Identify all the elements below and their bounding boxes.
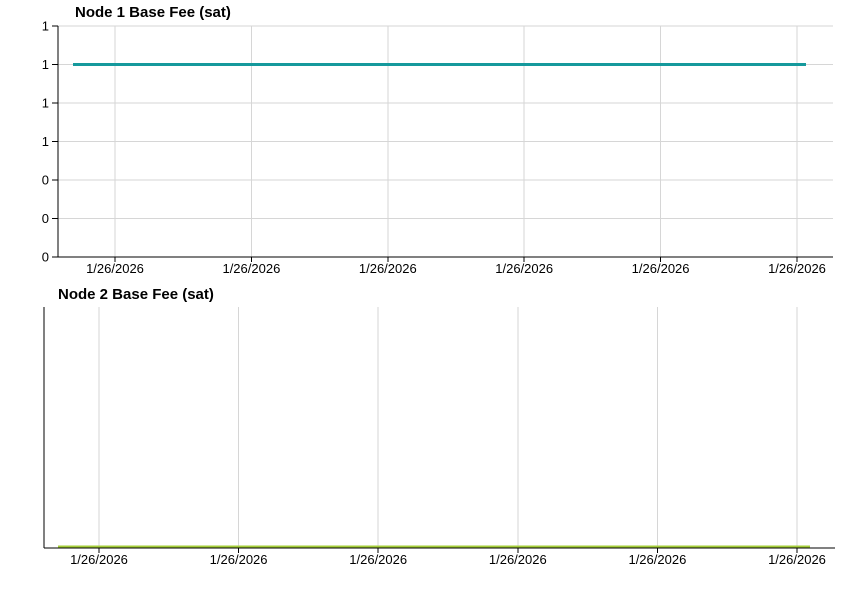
x-tick-label: 1/26/2026 — [768, 261, 826, 276]
x-tick-label: 1/26/2026 — [222, 261, 280, 276]
y-tick-label: 1 — [42, 19, 49, 34]
y-tick-label: 1 — [42, 134, 49, 149]
x-tick-label: 1/26/2026 — [349, 552, 407, 567]
x-tick-label: 1/26/2026 — [495, 261, 553, 276]
y-tick-label: 0 — [42, 173, 49, 188]
y-tick-label: 1 — [42, 96, 49, 111]
charts-canvas: 1 1 1 1 0 0 0 1/26/2026 1/26/2026 1/26/2026 1/26/2… — [0, 0, 860, 600]
x-tick-label: 1/26/2026 — [768, 552, 826, 567]
y-tick-label: 0 — [42, 211, 49, 226]
x-tick-label: 1/26/2026 — [70, 552, 128, 567]
x-tick-label: 1/26/2026 — [86, 261, 144, 276]
x-tick-label: 1/26/2026 — [210, 552, 268, 567]
y-tick-label: 0 — [42, 250, 49, 265]
charts-panel: Node 1 Base Fee (sat) Node 2 Base Fee (s… — [0, 0, 860, 600]
x-tick-label: 1/26/2026 — [489, 552, 547, 567]
x-tick-label: 1/26/2026 — [628, 552, 686, 567]
x-tick-label: 1/26/2026 — [359, 261, 417, 276]
x-tick-label: 1/26/2026 — [632, 261, 690, 276]
y-tick-label: 1 — [42, 57, 49, 72]
